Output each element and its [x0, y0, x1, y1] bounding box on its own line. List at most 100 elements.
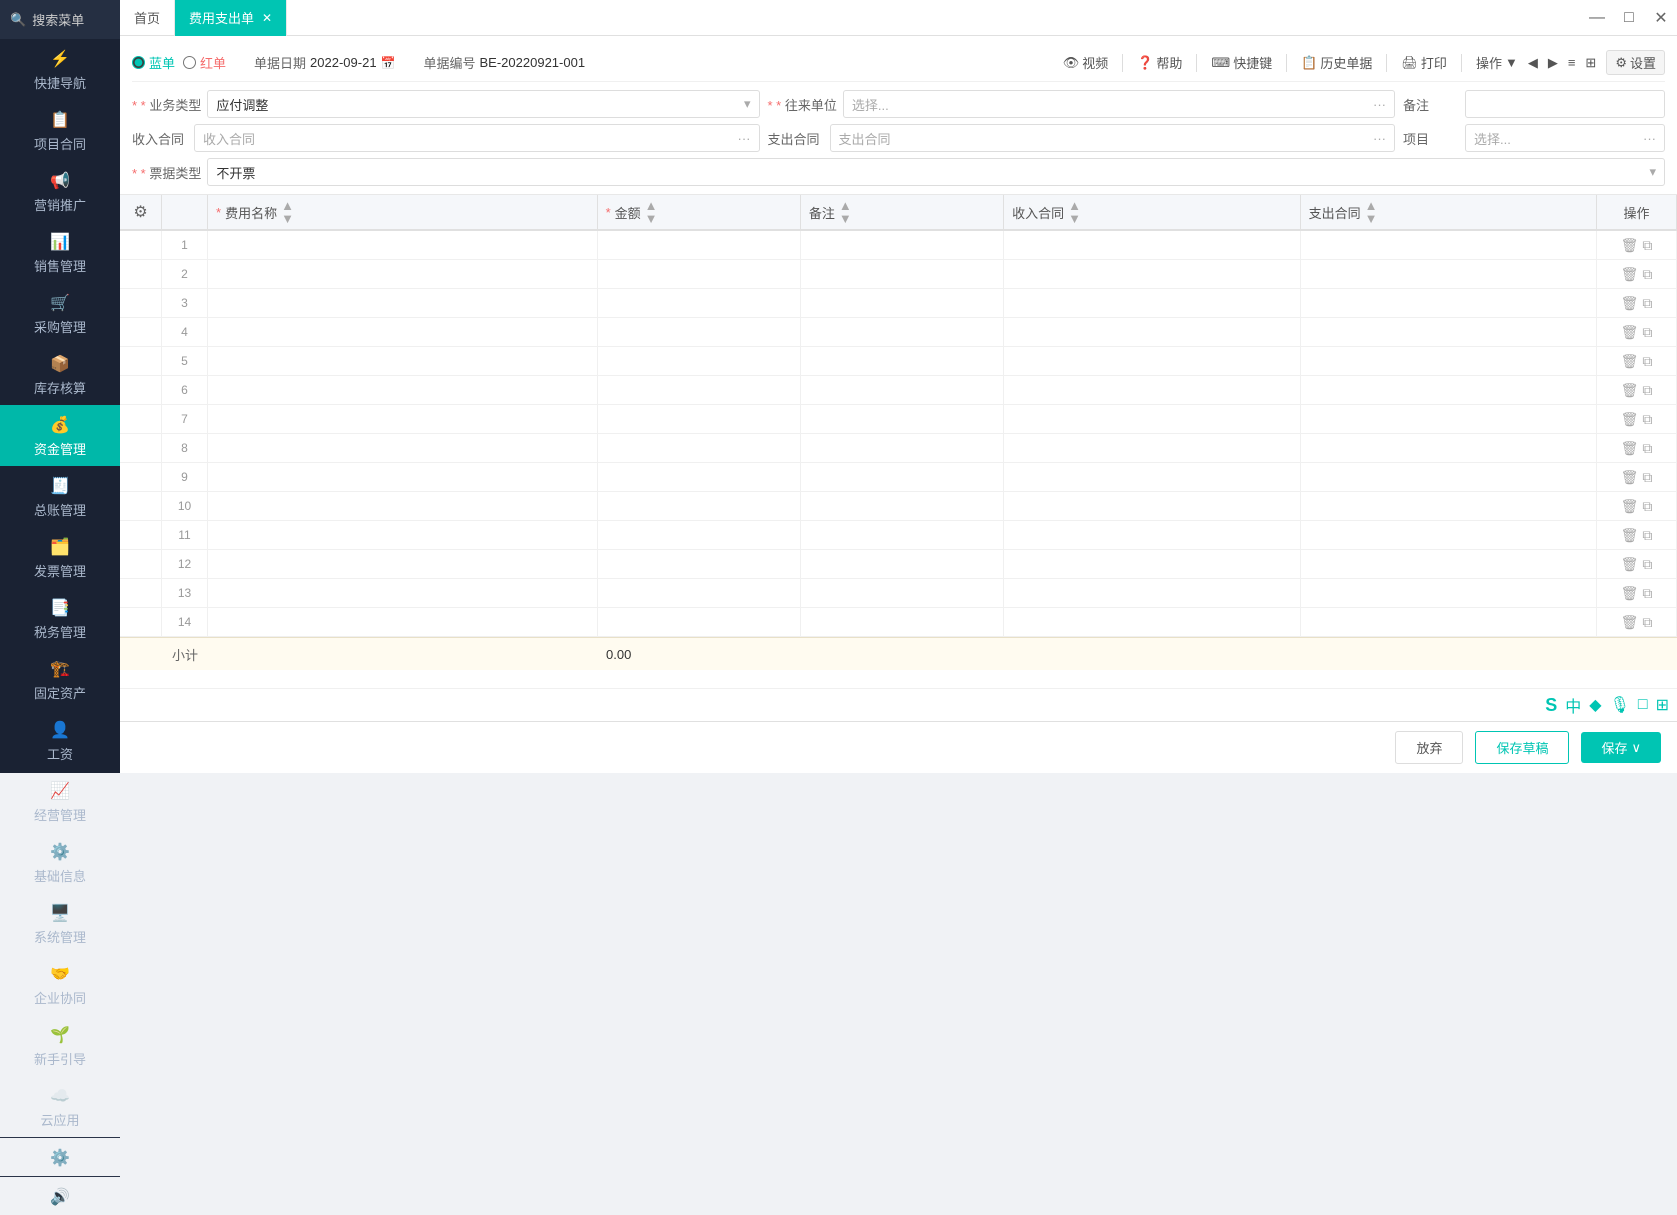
row-delete-button[interactable]: 🗑	[1619, 467, 1641, 488]
row-note-cell[interactable]	[801, 231, 1004, 259]
row-delete-button[interactable]: 🗑	[1619, 322, 1641, 343]
set-button[interactable]: ⚙ 设置	[1606, 50, 1665, 75]
row-copy-button[interactable]: ⧉	[1640, 293, 1654, 314]
date-value[interactable]: 2022-09-21	[310, 55, 377, 70]
row-delete-button[interactable]: 🗑	[1619, 409, 1641, 430]
radio-red[interactable]	[183, 56, 196, 69]
sidebar-search[interactable]: 🔍 搜索菜单	[0, 0, 120, 39]
row-expense-cell[interactable]	[1301, 318, 1597, 346]
row-name-cell[interactable]	[208, 376, 598, 404]
row-amount-cell[interactable]	[598, 550, 801, 578]
row-name-cell[interactable]	[208, 434, 598, 462]
sidebar-item-invoice[interactable]: 🗂️发票管理	[0, 527, 120, 588]
sidebar-item-capital[interactable]: 💰资金管理	[0, 405, 120, 466]
close-button[interactable]: ✕	[1645, 2, 1677, 34]
sidebar-item-collab[interactable]: 🤝企业协同	[0, 954, 120, 1015]
project-dots[interactable]: ···	[1643, 131, 1656, 146]
tab-expense[interactable]: 费用支出单 ✕	[175, 0, 287, 36]
row-delete-button[interactable]: 🗑	[1619, 380, 1641, 401]
partner-select[interactable]: 选择... ···	[843, 90, 1395, 118]
row-income-cell[interactable]	[1004, 579, 1300, 607]
video-btn[interactable]: 👁 视频	[1063, 53, 1109, 72]
row-copy-button[interactable]: ⧉	[1640, 438, 1654, 459]
row-delete-button[interactable]: 🗑	[1619, 554, 1641, 575]
radio-blue[interactable]	[132, 56, 145, 69]
row-copy-button[interactable]: ⧉	[1640, 235, 1654, 256]
row-expense-cell[interactable]	[1301, 434, 1597, 462]
history-btn[interactable]: 📋 历史单据	[1301, 53, 1372, 72]
col-income-sort[interactable]: ▲▼	[1068, 199, 1081, 225]
row-amount-cell[interactable]	[598, 608, 801, 636]
row-expense-cell[interactable]	[1301, 231, 1597, 259]
row-delete-button[interactable]: 🗑	[1619, 293, 1641, 314]
row-copy-button[interactable]: ⧉	[1640, 583, 1654, 604]
sidebar-item-audio[interactable]: 🔊	[0, 1176, 120, 1215]
tab-home[interactable]: 首页	[120, 0, 175, 36]
row-name-cell[interactable]	[208, 260, 598, 288]
row-expense-cell[interactable]	[1301, 260, 1597, 288]
row-delete-button[interactable]: 🗑	[1619, 583, 1641, 604]
sidebar-item-purchase[interactable]: 🛒采购管理	[0, 283, 120, 344]
row-name-cell[interactable]	[208, 231, 598, 259]
row-note-cell[interactable]	[801, 347, 1004, 375]
row-copy-button[interactable]: ⧉	[1640, 351, 1654, 372]
save-draft-button[interactable]: 保存草稿	[1475, 731, 1569, 764]
row-copy-button[interactable]: ⧉	[1640, 467, 1654, 488]
row-note-cell[interactable]	[801, 434, 1004, 462]
row-amount-cell[interactable]	[598, 318, 801, 346]
save-button[interactable]: 保存 ∨	[1581, 732, 1661, 763]
sidebar-item-newbie[interactable]: 🌱新手引导	[0, 1015, 120, 1076]
business-type-select[interactable]: 应付调整 ▾	[207, 90, 759, 118]
row-name-cell[interactable]	[208, 579, 598, 607]
sidebar-item-inventory[interactable]: 📦库存核算	[0, 344, 120, 405]
icon-chinese[interactable]: 中	[1565, 693, 1581, 717]
sidebar-item-accounting[interactable]: 🧾总账管理	[0, 466, 120, 527]
row-delete-button[interactable]: 🗑	[1619, 525, 1641, 546]
sidebar-item-base-info[interactable]: ⚙️基础信息	[0, 832, 120, 893]
row-income-cell[interactable]	[1004, 318, 1300, 346]
radio-blue-label[interactable]: 蓝单	[132, 53, 175, 72]
row-amount-cell[interactable]	[598, 289, 801, 317]
row-income-cell[interactable]	[1004, 376, 1300, 404]
table-settings-icon[interactable]: ⚙	[133, 202, 147, 222]
row-amount-cell[interactable]	[598, 579, 801, 607]
view-grid-btn[interactable]: ⊞	[1585, 55, 1596, 71]
row-amount-cell[interactable]	[598, 521, 801, 549]
row-copy-button[interactable]: ⧉	[1640, 554, 1654, 575]
note-input[interactable]	[1465, 90, 1665, 118]
col-settings-header[interactable]: ⚙	[120, 195, 162, 229]
operation-btn[interactable]: 操作 ▼	[1476, 53, 1518, 72]
next-btn[interactable]: ▶	[1548, 55, 1558, 71]
help-btn[interactable]: ❓ 帮助	[1137, 53, 1182, 72]
row-copy-button[interactable]: ⧉	[1640, 409, 1654, 430]
income-contract-select[interactable]: 收入合同 ···	[194, 124, 760, 152]
row-amount-cell[interactable]	[598, 405, 801, 433]
row-delete-button[interactable]: 🗑	[1619, 612, 1641, 633]
row-expense-cell[interactable]	[1301, 521, 1597, 549]
view-list-btn[interactable]: ≡	[1568, 55, 1576, 70]
row-income-cell[interactable]	[1004, 492, 1300, 520]
row-expense-cell[interactable]	[1301, 463, 1597, 491]
row-note-cell[interactable]	[801, 608, 1004, 636]
maximize-button[interactable]: □	[1613, 2, 1645, 34]
icon-diamond[interactable]: ◆	[1589, 695, 1601, 715]
sidebar-item-assets[interactable]: 🏗️固定资产	[0, 649, 120, 710]
row-delete-button[interactable]: 🗑	[1619, 235, 1641, 256]
col-expense-sort[interactable]: ▲▼	[1365, 199, 1378, 225]
sidebar-item-salary[interactable]: 👤工资	[0, 710, 120, 771]
row-income-cell[interactable]	[1004, 347, 1300, 375]
row-name-cell[interactable]	[208, 289, 598, 317]
sidebar-item-project-contract[interactable]: 📋项目合同	[0, 100, 120, 161]
col-note-sort[interactable]: ▲▼	[839, 199, 852, 225]
sidebar-item-marketing[interactable]: 📢营销推广	[0, 161, 120, 222]
row-copy-button[interactable]: ⧉	[1640, 380, 1654, 401]
row-amount-cell[interactable]	[598, 434, 801, 462]
row-income-cell[interactable]	[1004, 231, 1300, 259]
sidebar-item-cloud[interactable]: ☁️云应用	[0, 1076, 120, 1137]
row-expense-cell[interactable]	[1301, 608, 1597, 636]
row-note-cell[interactable]	[801, 550, 1004, 578]
row-copy-button[interactable]: ⧉	[1640, 525, 1654, 546]
expense-contract-dots[interactable]: ···	[1373, 131, 1386, 146]
sidebar-item-system[interactable]: 🖥️系统管理	[0, 893, 120, 954]
row-delete-button[interactable]: 🗑	[1619, 438, 1641, 459]
